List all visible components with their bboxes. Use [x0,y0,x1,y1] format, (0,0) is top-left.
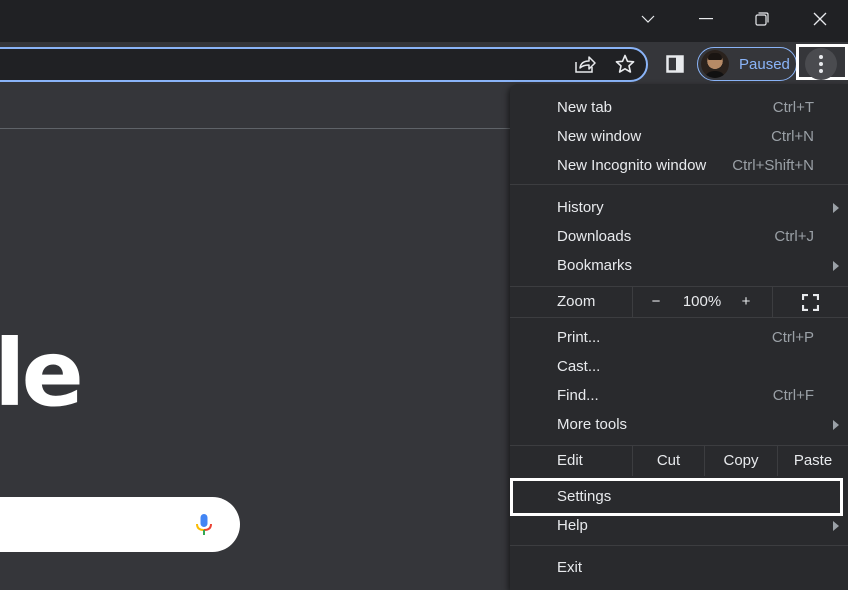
menu-item-label: New tab [557,99,613,116]
share-icon [575,56,596,73]
menu-item-new-window[interactable]: New window Ctrl+N [510,122,848,151]
menu-item-label: Exit [557,559,583,576]
restore-icon [755,12,769,26]
restore-button[interactable] [738,0,786,38]
toolbar: Paused [0,42,848,86]
menu-item-shortcut: Ctrl+N [771,128,814,145]
minimize-button[interactable] [682,0,730,38]
minimize-icon [699,18,713,20]
menu-item-label: New window [557,128,642,145]
menu-item-downloads[interactable]: Downloads Ctrl+J [510,222,848,251]
menu-item-cast[interactable]: Cast... [510,352,848,381]
menu-item-shortcut: Ctrl+P [771,329,814,346]
submenu-arrow-icon [833,260,839,271]
menu-item-shortcut: Ctrl+J [774,228,814,245]
side-panel-button[interactable] [663,52,687,76]
zoom-out-button[interactable]: − [646,293,666,310]
dot [819,69,823,73]
menu-item-label: Find... [557,387,599,404]
profile-button[interactable]: Paused [697,47,797,81]
bookmark-star-button[interactable] [613,52,637,76]
menu-item-label: New Incognito window [557,157,707,174]
submenu-arrow-icon [833,419,839,430]
side-panel-icon [666,55,684,73]
menu-item-label: More tools [557,416,628,433]
dot [819,62,823,66]
fullscreen-icon[interactable] [802,294,819,311]
tab-search-button[interactable] [624,0,672,38]
menu-item-shortcut: Ctrl+T [772,99,814,116]
menu-item-label: Bookmarks [557,257,633,274]
menu-item-label: Cast... [557,358,601,375]
menu-item-more-tools[interactable]: More tools [510,410,848,439]
menu-separator [510,545,848,546]
menu-separator [510,184,848,185]
zoom-row: Zoom − 100% + [510,287,848,317]
profile-status-label: Paused [739,55,790,73]
edit-row: Edit Cut Copy Paste [510,446,848,476]
menu-item-history[interactable]: History [510,193,848,222]
menu-item-label: History [557,199,604,216]
menu-item-bookmarks[interactable]: Bookmarks [510,251,848,280]
share-button[interactable] [573,52,597,76]
address-bar[interactable] [0,47,648,82]
title-bar [0,0,848,42]
menu-item-label: Print... [557,329,601,346]
edit-label: Edit [557,452,583,469]
menu-separator [510,317,848,318]
menu-item-label: Downloads [557,228,632,245]
menu-item-label: Help [557,517,588,534]
zoom-in-button[interactable]: + [736,293,756,310]
copy-button[interactable]: Copy [705,452,777,469]
star-icon [615,54,635,73]
menu-item-new-tab[interactable]: New tab Ctrl+T [510,93,848,122]
menu-item-find[interactable]: Find... Ctrl+F [510,381,848,410]
close-window-button[interactable] [796,0,844,38]
zoom-label: Zoom [557,293,596,310]
paste-button[interactable]: Paste [778,452,848,469]
menu-item-new-incognito-window[interactable]: New Incognito window Ctrl+Shift+N [510,151,848,180]
bookmark-bar-divider [0,128,510,129]
menu-item-shortcut: Ctrl+Shift+N [732,157,814,174]
menu-item-print[interactable]: Print... Ctrl+P [510,323,848,352]
vertical-dots-icon [819,55,823,59]
cut-button[interactable]: Cut [633,452,704,469]
google-logo-fragment: le [0,320,84,427]
submenu-arrow-icon [833,520,839,531]
chrome-menu-button[interactable] [805,48,837,80]
menu-item-help[interactable]: Help [510,511,848,540]
chrome-main-menu: New tab Ctrl+T New window Ctrl+N New Inc… [510,84,848,590]
menu-item-exit[interactable]: Exit [510,553,848,582]
chevron-down-icon [641,15,655,23]
microphone-icon[interactable] [195,513,213,537]
submenu-arrow-icon [833,202,839,213]
zoom-level: 100% [682,293,722,310]
avatar [701,50,729,78]
menu-item-shortcut: Ctrl+F [772,387,814,404]
close-icon [813,12,827,26]
divider [772,287,773,317]
divider [632,287,633,317]
